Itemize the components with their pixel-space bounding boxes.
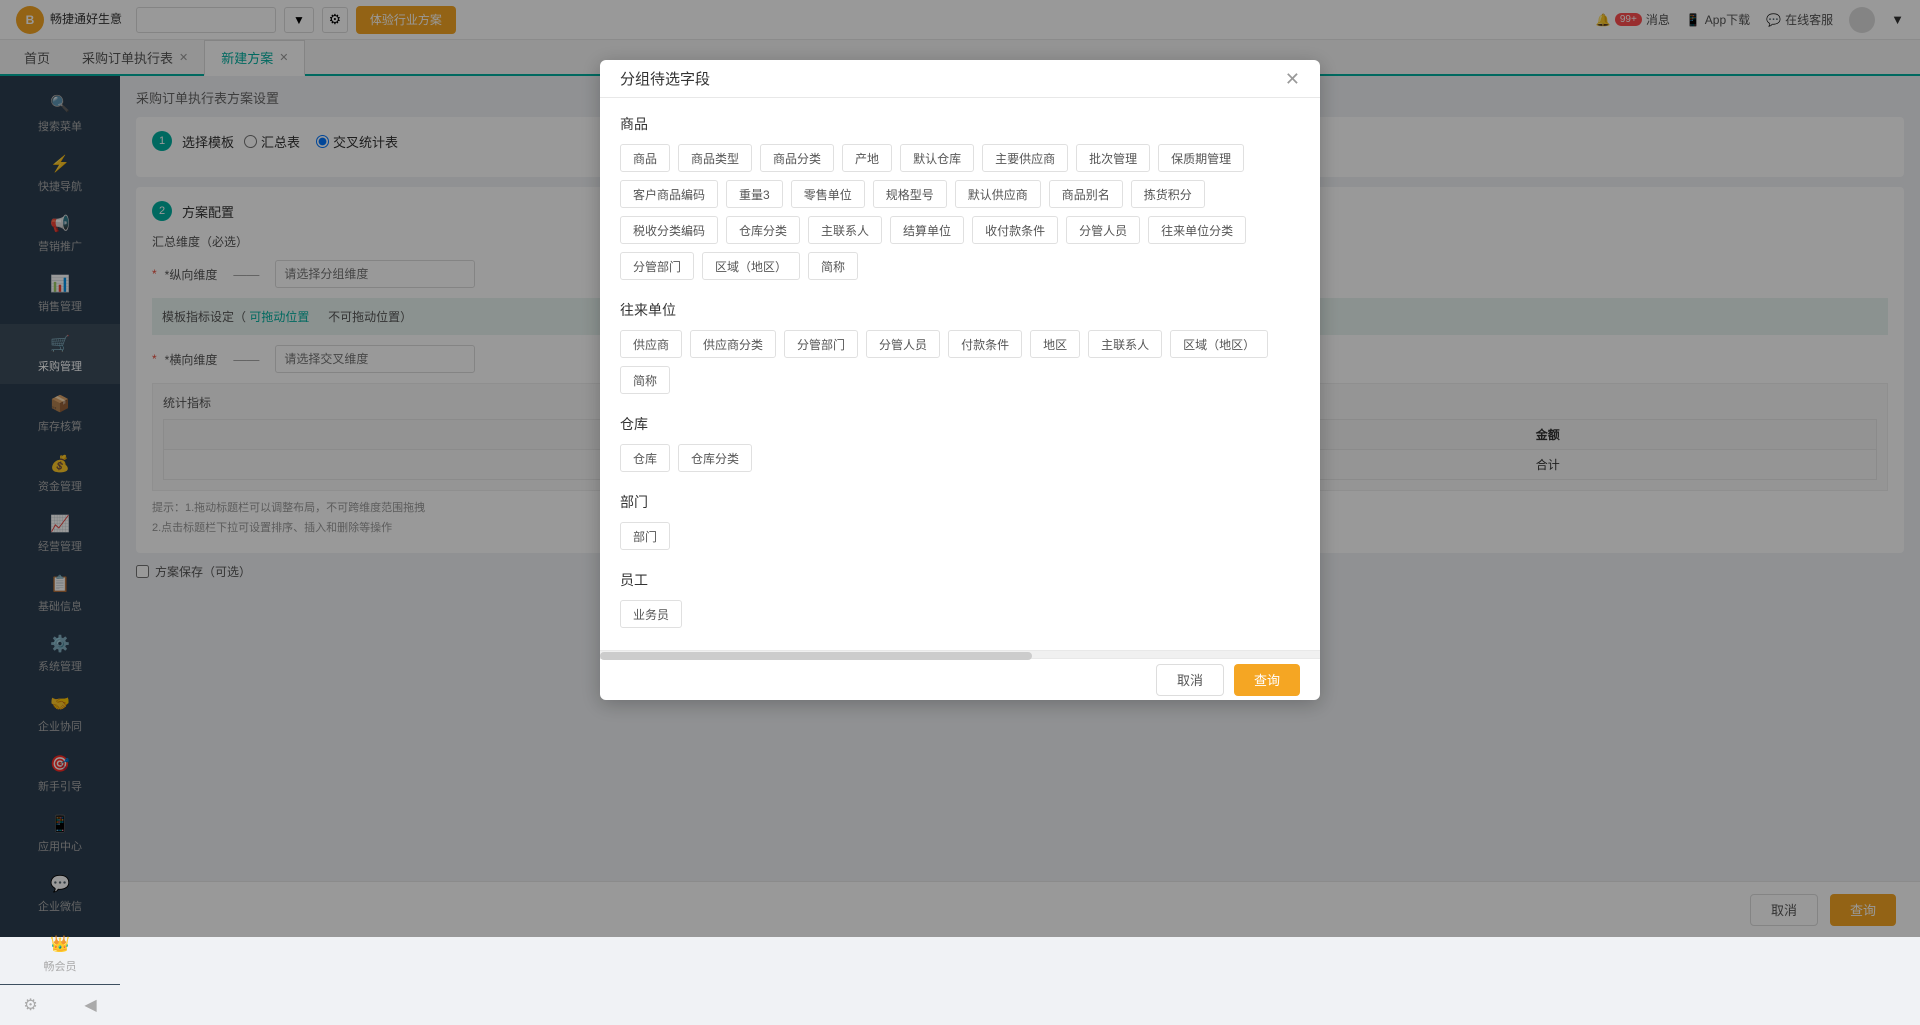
- section-partner: 往来单位 供应商 供应商分类 分管部门 分管人员 付款条件 地区 主联系人 区域…: [620, 300, 1300, 394]
- modal-hscroll-thumb: [600, 652, 1032, 660]
- member-icon: 👑: [50, 934, 70, 954]
- section-employee: 员工 业务员: [620, 570, 1300, 628]
- field-tag[interactable]: 拣货积分: [1131, 180, 1205, 208]
- section-employee-title: 员工: [620, 570, 1300, 590]
- field-tag[interactable]: 供应商: [620, 330, 682, 358]
- modal-cancel-button[interactable]: 取消: [1156, 664, 1224, 696]
- field-tag[interactable]: 仓库分类: [678, 444, 752, 472]
- field-tag[interactable]: 往来单位分类: [1148, 216, 1246, 244]
- section-department: 部门 部门: [620, 492, 1300, 550]
- modal-header: 分组待选字段 ✕: [600, 60, 1320, 98]
- field-tag[interactable]: 税收分类编码: [620, 216, 718, 244]
- field-tag[interactable]: 分管人员: [1066, 216, 1140, 244]
- warehouse-field-tags: 仓库 仓库分类: [620, 444, 1300, 472]
- sidebar-member-label: 畅会员: [44, 958, 77, 974]
- employee-field-tags: 业务员: [620, 600, 1300, 628]
- field-tag[interactable]: 零售单位: [791, 180, 865, 208]
- field-tag[interactable]: 规格型号: [873, 180, 947, 208]
- field-tag[interactable]: 商品分类: [760, 144, 834, 172]
- field-tag[interactable]: 主联系人: [808, 216, 882, 244]
- field-tag[interactable]: 商品类型: [678, 144, 752, 172]
- partner-field-tags: 供应商 供应商分类 分管部门 分管人员 付款条件 地区 主联系人 区域（地区） …: [620, 330, 1300, 394]
- field-tag[interactable]: 收付款条件: [972, 216, 1058, 244]
- field-tag[interactable]: 仓库: [620, 444, 670, 472]
- modal-footer: 取消 查询: [600, 658, 1320, 700]
- sidebar-bottom: ⚙ ◀: [0, 984, 120, 1025]
- field-tag[interactable]: 分管人员: [866, 330, 940, 358]
- field-tag[interactable]: 重量3: [726, 180, 783, 208]
- field-tag[interactable]: 商品: [620, 144, 670, 172]
- field-tag[interactable]: 保质期管理: [1158, 144, 1244, 172]
- field-tag[interactable]: 付款条件: [948, 330, 1022, 358]
- field-tag[interactable]: 分管部门: [784, 330, 858, 358]
- goods-field-tags: 商品 商品类型 商品分类 产地 默认仓库 主要供应商 批次管理 保质期管理 客户…: [620, 144, 1300, 280]
- field-tag[interactable]: 业务员: [620, 600, 682, 628]
- sidebar-collapse-button[interactable]: ◀: [84, 995, 96, 1015]
- field-tag[interactable]: 区域（地区）: [1170, 330, 1268, 358]
- modal-close-button[interactable]: ✕: [1285, 70, 1300, 88]
- section-department-title: 部门: [620, 492, 1300, 512]
- department-field-tags: 部门: [620, 522, 1300, 550]
- field-tag[interactable]: 产地: [842, 144, 892, 172]
- modal-dialog: 分组待选字段 ✕ 商品 商品 商品类型 商品分类 产地 默认仓库 主要供应商 批…: [600, 60, 1320, 700]
- modal-body[interactable]: 商品 商品 商品类型 商品分类 产地 默认仓库 主要供应商 批次管理 保质期管理…: [600, 98, 1320, 650]
- section-goods: 商品 商品 商品类型 商品分类 产地 默认仓库 主要供应商 批次管理 保质期管理…: [620, 114, 1300, 280]
- field-tag[interactable]: 结算单位: [890, 216, 964, 244]
- section-warehouse: 仓库 仓库 仓库分类: [620, 414, 1300, 472]
- field-tag[interactable]: 默认仓库: [900, 144, 974, 172]
- field-tag[interactable]: 区域（地区）: [702, 252, 800, 280]
- field-tag[interactable]: 商品别名: [1049, 180, 1123, 208]
- field-tag[interactable]: 部门: [620, 522, 670, 550]
- modal-overlay[interactable]: 分组待选字段 ✕ 商品 商品 商品类型 商品分类 产地 默认仓库 主要供应商 批…: [0, 0, 1920, 937]
- sidebar-settings-button[interactable]: ⚙: [23, 995, 37, 1015]
- field-tag[interactable]: 简称: [620, 366, 670, 394]
- modal-confirm-button[interactable]: 查询: [1234, 664, 1300, 696]
- field-tag[interactable]: 主要供应商: [982, 144, 1068, 172]
- field-tag[interactable]: 主联系人: [1088, 330, 1162, 358]
- section-partner-title: 往来单位: [620, 300, 1300, 320]
- modal-horizontal-scrollbar[interactable]: [600, 650, 1320, 658]
- field-tag[interactable]: 分管部门: [620, 252, 694, 280]
- field-tag[interactable]: 默认供应商: [955, 180, 1041, 208]
- section-warehouse-title: 仓库: [620, 414, 1300, 434]
- field-tag[interactable]: 批次管理: [1076, 144, 1150, 172]
- section-goods-title: 商品: [620, 114, 1300, 134]
- field-tag[interactable]: 简称: [808, 252, 858, 280]
- field-tag[interactable]: 仓库分类: [726, 216, 800, 244]
- field-tag[interactable]: 客户商品编码: [620, 180, 718, 208]
- field-tag[interactable]: 供应商分类: [690, 330, 776, 358]
- modal-title: 分组待选字段: [620, 68, 710, 89]
- field-tag[interactable]: 地区: [1030, 330, 1080, 358]
